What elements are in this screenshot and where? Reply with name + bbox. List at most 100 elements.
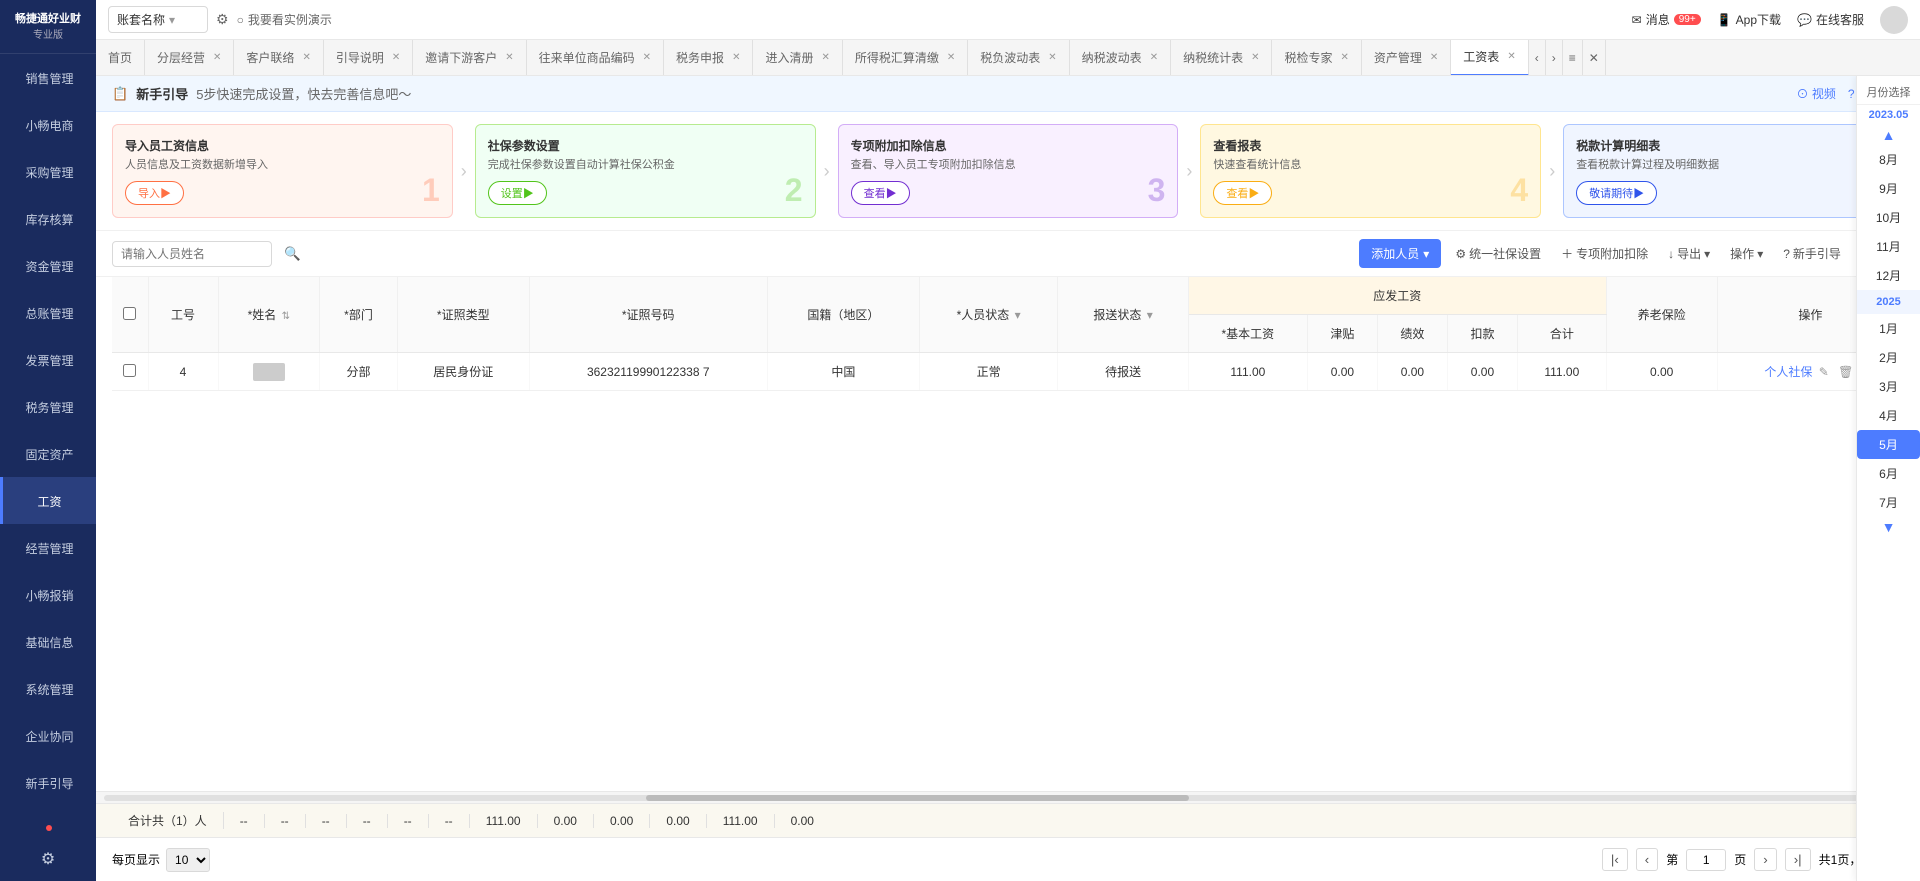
tab-close-all-btn[interactable]: ✕ [1583, 40, 1606, 76]
close-icon[interactable]: ✕ [643, 52, 651, 63]
status-filter-icon[interactable]: ▾ [1015, 308, 1021, 322]
report-filter-icon[interactable]: ▾ [1147, 308, 1153, 322]
sidebar-item-salary[interactable]: 工资 [0, 477, 96, 524]
sidebar-item-ledger[interactable]: 总账管理 [0, 289, 96, 336]
newguide-btn[interactable]: ? 新手引导 [1777, 241, 1847, 266]
name-sort-icon[interactable]: ⇅ [282, 311, 290, 322]
month-1[interactable]: 1月 [1857, 314, 1920, 343]
sidebar-item-system[interactable]: 系统管理 [0, 665, 96, 712]
demo-link[interactable]: ○ 我要看实例演示 [237, 11, 332, 28]
tab-tax-burden[interactable]: 税负波动表✕ [968, 40, 1069, 76]
month-11[interactable]: 11月 [1857, 232, 1920, 261]
tab-home[interactable]: 首页 [96, 40, 145, 76]
extra-deduction-btn[interactable]: ＋ 专项附加扣除 [1555, 241, 1654, 266]
tab-invite[interactable]: 邀请下游客户✕ [413, 40, 526, 76]
step-3-btn[interactable]: 查看▶ [851, 181, 910, 205]
tab-tax-expert[interactable]: 税检专家✕ [1272, 40, 1361, 76]
month-12[interactable]: 12月 [1857, 261, 1920, 290]
sidebar-item-guide[interactable]: 新手引导 [0, 759, 96, 806]
month-down-btn[interactable]: ▼ [1880, 517, 1898, 537]
add-person-button[interactable]: 添加人员 ▾ [1359, 239, 1441, 268]
close-icon[interactable]: ✕ [1048, 52, 1056, 63]
tab-clearance[interactable]: 进入清册✕ [753, 40, 842, 76]
month-10[interactable]: 10月 [1857, 203, 1920, 232]
tab-product-code[interactable]: 往来单位商品编码✕ [527, 40, 664, 76]
sidebar-item-ai[interactable]: 智能管理 [0, 806, 96, 837]
sidebar-item-assets[interactable]: 固定资产 [0, 430, 96, 477]
row-checkbox[interactable] [123, 364, 136, 377]
sidebar-item-sales[interactable]: 销售管理 [0, 54, 96, 101]
month-6[interactable]: 6月 [1857, 459, 1920, 488]
per-page-select[interactable]: 10 20 50 [166, 848, 210, 872]
scroll-thumb[interactable] [646, 795, 1188, 801]
tab-guide[interactable]: 引导说明✕ [324, 40, 413, 76]
tab-tax-dynamic[interactable]: 纳税波动表✕ [1070, 40, 1171, 76]
account-dropdown[interactable]: 账套名称 ▾ [108, 6, 208, 33]
month-7[interactable]: 7月 [1857, 488, 1920, 517]
delete-icon[interactable]: 🗑 [1838, 365, 1853, 379]
sidebar-item-operations[interactable]: 经营管理 [0, 524, 96, 571]
month-3[interactable]: 3月 [1857, 372, 1920, 401]
sidebar-item-expense[interactable]: 小畅报销 [0, 571, 96, 618]
step-1-btn[interactable]: 导入▶ [125, 181, 184, 205]
sidebar-item-inventory[interactable]: 库存核算 [0, 195, 96, 242]
close-icon[interactable]: ✕ [1341, 52, 1349, 63]
tab-crm[interactable]: 客户联络✕ [234, 40, 323, 76]
close-icon[interactable]: ✕ [1507, 51, 1515, 62]
close-icon[interactable]: ✕ [1150, 52, 1158, 63]
settings-icon[interactable]: ⚙ [41, 851, 55, 868]
month-9[interactable]: 9月 [1857, 174, 1920, 203]
sidebar-item-purchase[interactable]: 采购管理 [0, 148, 96, 195]
personal-insurance-btn[interactable]: 个人社保 [1764, 363, 1812, 380]
close-icon[interactable]: ✕ [505, 52, 513, 63]
sidebar-item-tax[interactable]: 税务管理 [0, 383, 96, 430]
tab-salary[interactable]: 工资表✕ [1451, 40, 1528, 76]
tab-income-tax[interactable]: 所得税汇算清缴✕ [843, 40, 968, 76]
sidebar-item-finance[interactable]: 资金管理 [0, 242, 96, 289]
page-input[interactable] [1686, 849, 1726, 871]
guide-video-btn[interactable]: ⊙ 视频 [1797, 85, 1836, 102]
tab-asset-mgmt[interactable]: 资产管理✕ [1362, 40, 1451, 76]
social-insurance-btn[interactable]: ⚙ 统一社保设置 [1449, 241, 1547, 266]
month-up-btn[interactable]: ▲ [1880, 125, 1898, 145]
month-8[interactable]: 8月 [1857, 145, 1920, 174]
month-2[interactable]: 2月 [1857, 343, 1920, 372]
search-button[interactable]: 🔍 [280, 242, 305, 266]
close-icon[interactable]: ✕ [392, 52, 400, 63]
tab-tax-declare[interactable]: 税务申报✕ [664, 40, 753, 76]
edit-icon[interactable]: ✎ [1819, 365, 1829, 379]
step-4-btn[interactable]: 查看▶ [1213, 181, 1272, 205]
month-4[interactable]: 4月 [1857, 401, 1920, 430]
sidebar-item-basic-info[interactable]: 基础信息 [0, 618, 96, 665]
export-btn[interactable]: ↓ 导出 ▾ [1662, 241, 1716, 266]
tab-next-btn[interactable]: › [1546, 40, 1563, 76]
search-input[interactable] [112, 241, 272, 267]
close-icon[interactable]: ✕ [302, 52, 310, 63]
user-avatar[interactable] [1880, 6, 1908, 34]
sidebar-item-ecommerce[interactable]: 小畅电商 [0, 101, 96, 148]
app-download-btn[interactable]: 📱 App下载 [1717, 11, 1781, 28]
close-icon[interactable]: ✕ [947, 52, 955, 63]
settings-gear-icon[interactable]: ⚙ [216, 11, 229, 28]
close-icon[interactable]: ✕ [821, 52, 829, 63]
select-all-checkbox[interactable] [123, 307, 136, 320]
first-page-btn[interactable]: |‹ [1602, 848, 1628, 871]
sidebar-item-invoice[interactable]: 发票管理 [0, 336, 96, 383]
close-icon[interactable]: ✕ [732, 52, 740, 63]
next-page-btn[interactable]: › [1754, 848, 1776, 871]
month-5[interactable]: 5月 [1857, 430, 1920, 459]
tab-prev-btn[interactable]: ‹ [1529, 40, 1546, 76]
sidebar-item-collab[interactable]: 企业协同 [0, 712, 96, 759]
step-2-btn[interactable]: 设置▶ [488, 181, 547, 205]
operate-btn[interactable]: 操作 ▾ [1724, 241, 1769, 266]
tab-more-btn[interactable]: ≡ [1563, 40, 1583, 76]
horizontal-scrollbar[interactable] [96, 791, 1920, 803]
close-icon[interactable]: ✕ [1251, 52, 1259, 63]
last-page-btn[interactable]: ›| [1785, 848, 1811, 871]
close-icon[interactable]: ✕ [213, 52, 221, 63]
prev-page-btn[interactable]: ‹ [1636, 848, 1658, 871]
online-service-btn[interactable]: 💬 在线客服 [1797, 11, 1864, 28]
tab-tax-stats[interactable]: 纳税统计表✕ [1171, 40, 1272, 76]
step-5-btn[interactable]: 敬请期待▶ [1576, 181, 1657, 205]
close-icon[interactable]: ✕ [1430, 52, 1438, 63]
